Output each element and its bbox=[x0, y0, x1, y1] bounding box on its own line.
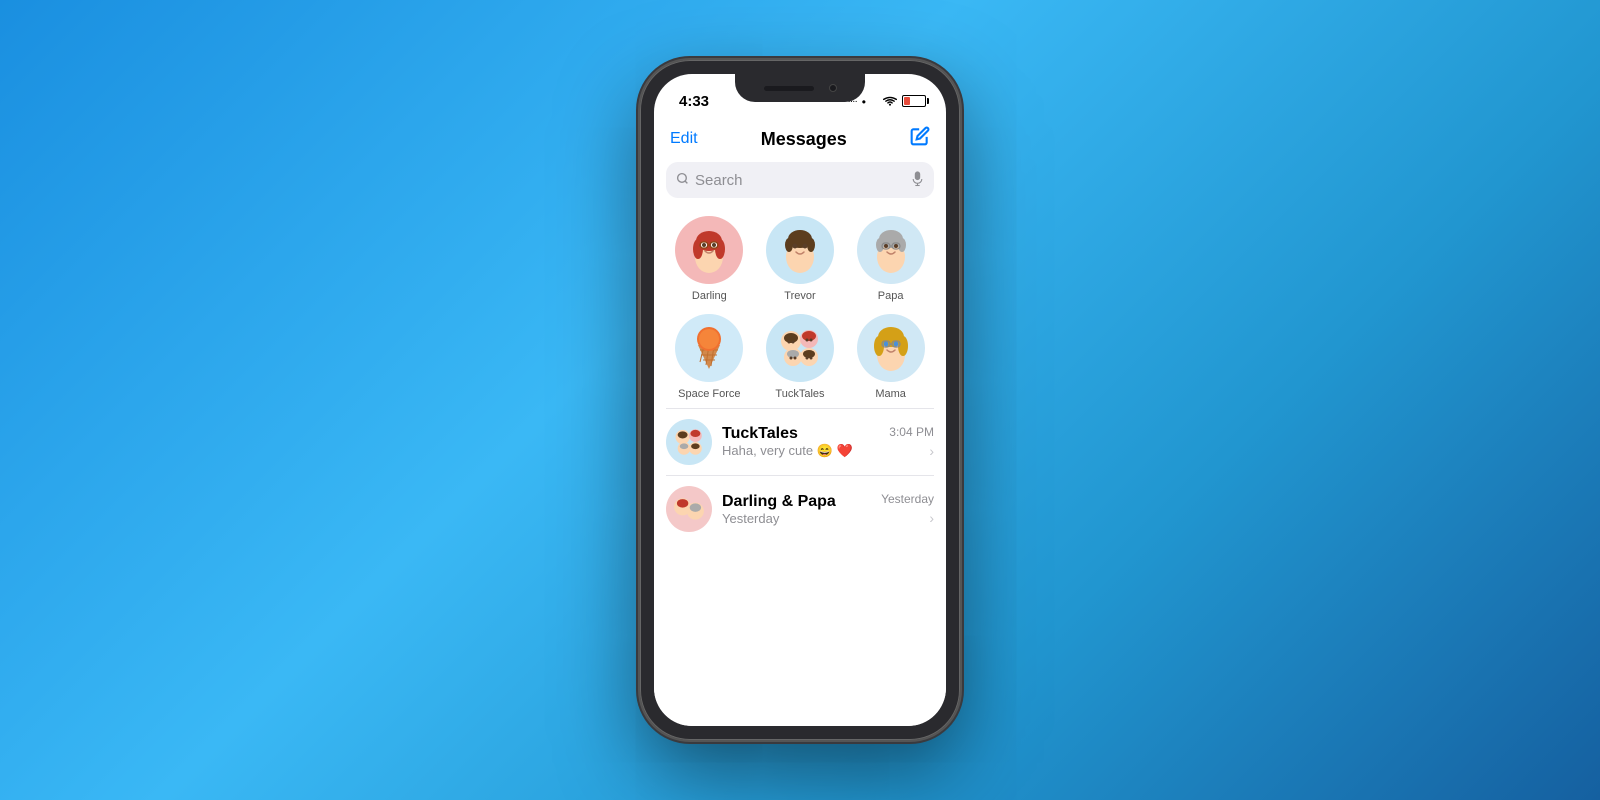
side-button-power bbox=[960, 220, 964, 290]
contact-name-papa: Papa bbox=[878, 290, 904, 302]
avatar-trevor bbox=[766, 216, 834, 284]
front-camera bbox=[829, 84, 837, 92]
messages-app: Edit Messages bbox=[654, 118, 946, 726]
conv-preview-tucktales: Haha, very cute 😄 ❤️ bbox=[722, 443, 879, 459]
conv-name-tucktales: TuckTales bbox=[722, 425, 879, 443]
chevron-right-icon: › bbox=[929, 443, 934, 459]
phone-wrapper: 4:33 ···· • bbox=[640, 60, 960, 740]
conversation-list: TuckTales Haha, very cute 😄 ❤️ 3:04 PM › bbox=[654, 408, 946, 542]
conv-preview-darling-papa: Yesterday bbox=[722, 511, 871, 526]
search-bar[interactable]: Search bbox=[666, 162, 934, 198]
phone-screen: 4:33 ···· • bbox=[654, 74, 946, 726]
search-placeholder: Search bbox=[695, 172, 905, 189]
contact-name-trevor: Trevor bbox=[784, 290, 815, 302]
chevron-right-icon-2: › bbox=[929, 510, 934, 526]
wifi-svg-icon bbox=[883, 96, 897, 107]
avatar-papa bbox=[857, 216, 925, 284]
search-icon bbox=[676, 172, 689, 188]
conversation-tucktales[interactable]: TuckTales Haha, very cute 😄 ❤️ 3:04 PM › bbox=[666, 408, 934, 475]
contact-name-tucktales: TuckTales bbox=[775, 388, 824, 400]
messages-title: Messages bbox=[761, 129, 847, 150]
compose-button[interactable] bbox=[910, 126, 930, 152]
conv-time-darling-papa: Yesterday bbox=[881, 492, 934, 506]
conv-time-tucktales: 3:04 PM bbox=[889, 425, 934, 439]
contact-name-mama: Mama bbox=[875, 388, 906, 400]
pinned-contact-mama[interactable]: Mama bbox=[851, 314, 931, 400]
pinned-contact-tucktales[interactable]: TuckTales bbox=[760, 314, 840, 400]
pinned-contacts-row1: Darling bbox=[654, 212, 946, 310]
conv-meta-tucktales: 3:04 PM › bbox=[889, 425, 934, 459]
conversation-darling-papa[interactable]: Darling & Papa Yesterday Yesterday › bbox=[666, 475, 934, 542]
messages-header: Edit Messages bbox=[654, 118, 946, 162]
wifi-icon: • bbox=[862, 93, 878, 110]
pinned-contact-darling[interactable]: Darling bbox=[669, 216, 749, 302]
conv-body-tucktales: TuckTales Haha, very cute 😄 ❤️ bbox=[722, 425, 879, 459]
contact-name-darling: Darling bbox=[692, 290, 727, 302]
avatar-spaceforce bbox=[675, 314, 743, 382]
pinned-contact-trevor[interactable]: Trevor bbox=[760, 216, 840, 302]
conv-avatar-tucktales bbox=[666, 419, 712, 465]
pinned-contact-spaceforce[interactable]: Space Force bbox=[669, 314, 749, 400]
speaker bbox=[764, 86, 814, 91]
notch bbox=[735, 74, 865, 102]
edit-button[interactable]: Edit bbox=[670, 130, 698, 148]
avatar-mama bbox=[857, 314, 925, 382]
contact-name-spaceforce: Space Force bbox=[678, 388, 740, 400]
conv-meta-darling-papa: Yesterday › bbox=[881, 492, 934, 526]
microphone-icon bbox=[911, 171, 924, 190]
status-time: 4:33 bbox=[679, 93, 709, 110]
avatar-darling bbox=[675, 216, 743, 284]
avatar-tucktales bbox=[766, 314, 834, 382]
phone-body: 4:33 ···· • bbox=[640, 60, 960, 740]
battery-icon bbox=[902, 95, 926, 107]
conv-body-darling-papa: Darling & Papa Yesterday bbox=[722, 493, 871, 526]
pinned-contact-papa[interactable]: Papa bbox=[851, 216, 931, 302]
conv-name-darling-papa: Darling & Papa bbox=[722, 493, 871, 511]
pinned-contacts-row2: Space Force bbox=[654, 310, 946, 408]
conv-avatar-darling-papa bbox=[666, 486, 712, 532]
background: 4:33 ···· • bbox=[640, 60, 960, 740]
battery-fill bbox=[904, 97, 910, 105]
